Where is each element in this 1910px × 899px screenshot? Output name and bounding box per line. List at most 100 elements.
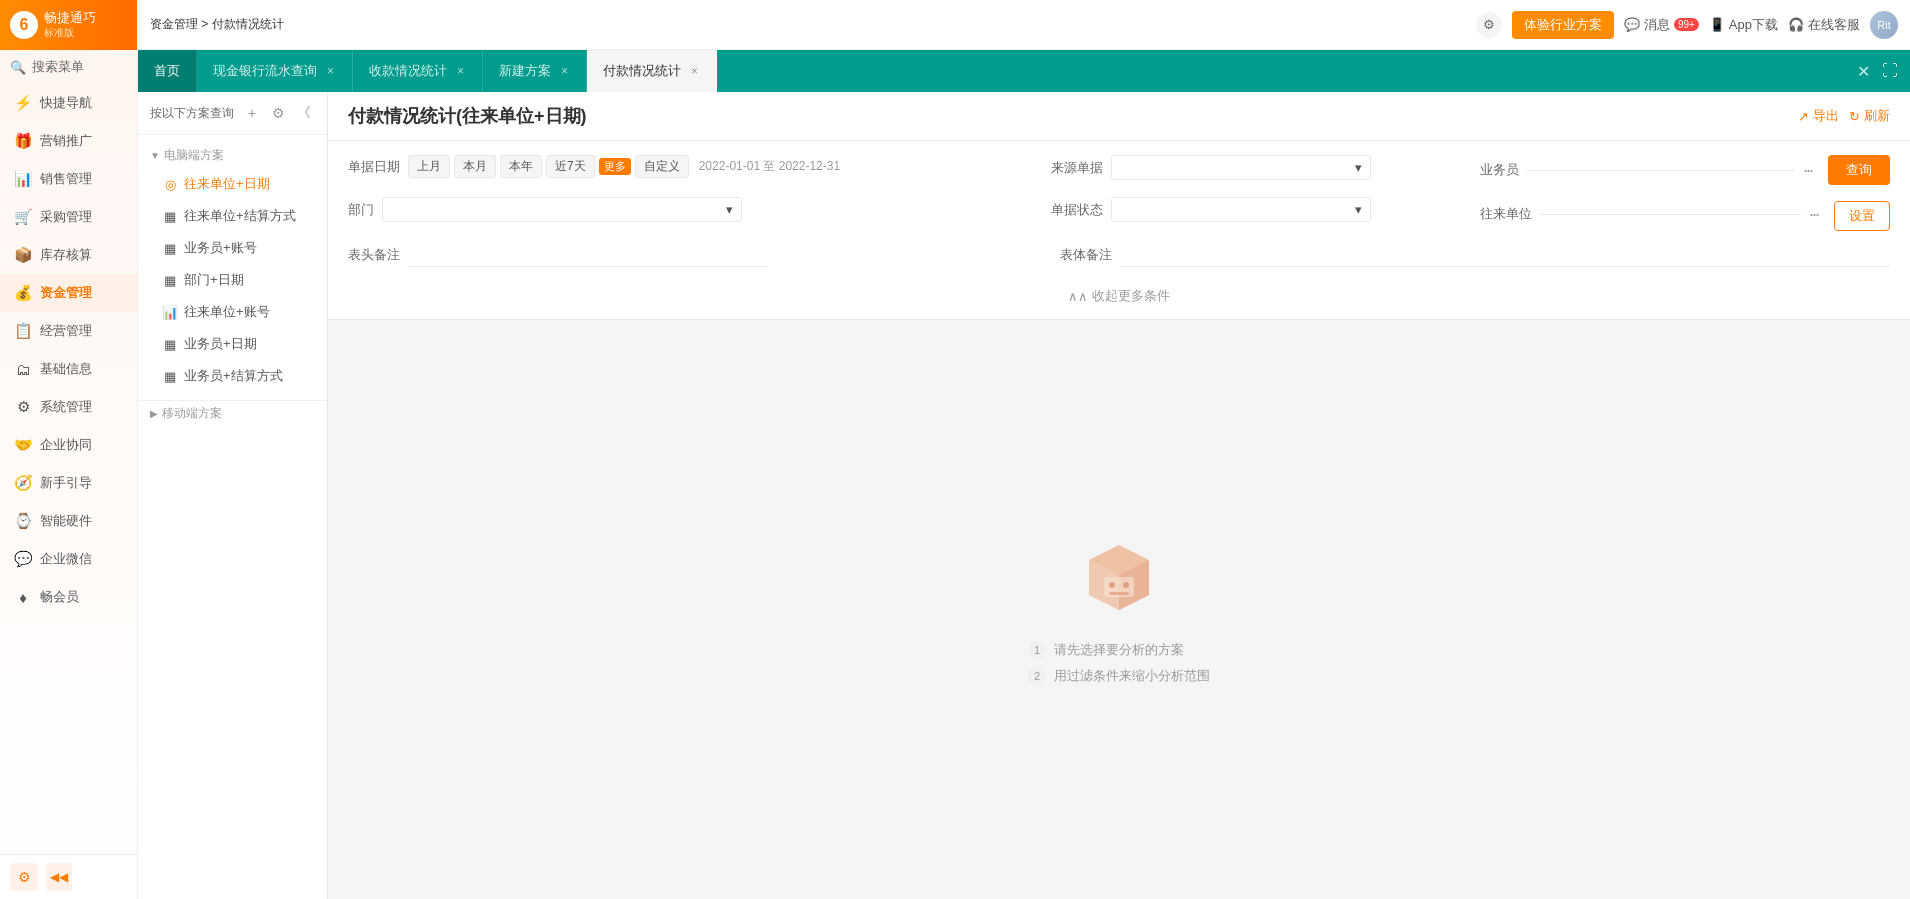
- source-doc-filter: 来源单据: [1051, 155, 1461, 180]
- enterprise-icon: 🤝: [14, 436, 32, 454]
- date-btn-this-year[interactable]: 本年: [500, 155, 542, 178]
- add-scheme-button[interactable]: +: [241, 102, 263, 124]
- export-button[interactable]: ↗ 导出: [1798, 107, 1839, 125]
- messages-button[interactable]: 💬 消息 99+: [1624, 16, 1699, 34]
- empty-hint-1: 1 请先选择要分析的方案: [1028, 641, 1210, 659]
- sidebar-item-guide[interactable]: 🧭 新手引导: [0, 464, 137, 502]
- tab-new-scheme[interactable]: 新建方案 ×: [483, 50, 587, 92]
- header-note-input[interactable]: [408, 243, 768, 267]
- tab-bank-flow[interactable]: 现金银行流水查询 ×: [197, 50, 353, 92]
- sidebar-settings-button[interactable]: ⚙: [10, 863, 38, 891]
- date-btn-7days[interactable]: 近7天: [546, 155, 595, 178]
- online-service-button[interactable]: 🎧 在线客服: [1788, 16, 1860, 34]
- content-area: 按以下方案查询 + ⚙ 《 ▼ 电脑端方案 ◎ 往来单位+日期 ▦: [138, 92, 1910, 899]
- doc-status-select[interactable]: [1111, 197, 1371, 222]
- salesperson-label: 业务员: [1480, 161, 1519, 179]
- svg-rect-7: [1109, 592, 1129, 595]
- logo-icon: 6: [10, 11, 38, 39]
- sidebar-item-quick-nav[interactable]: ⚡ 快捷导航: [0, 84, 137, 122]
- panel-collapse-button[interactable]: 《: [293, 102, 315, 124]
- sidebar-collapse-button[interactable]: ◀◀: [46, 863, 72, 891]
- tab-expand-button[interactable]: ⛶: [1880, 60, 1900, 82]
- partner-label: 往来单位: [1480, 205, 1532, 223]
- mobile-section-title[interactable]: ▶ 移动端方案: [138, 401, 327, 426]
- sidebar-item-enterprise[interactable]: 🤝 企业协同: [0, 426, 137, 464]
- hardware-icon: ⌚: [14, 512, 32, 530]
- collapse-filters-button[interactable]: ∧∧ 收起更多条件: [348, 279, 1890, 309]
- quick-nav-icon: ⚡: [14, 94, 32, 112]
- salesperson-more-button[interactable]: ···: [1803, 160, 1812, 181]
- tab-collection-stats[interactable]: 收款情况统计 ×: [353, 50, 483, 92]
- sidebar-item-operation[interactable]: 📋 经营管理: [0, 312, 137, 350]
- desktop-section-arrow: ▼: [150, 150, 160, 161]
- inventory-icon: 📦: [14, 246, 32, 264]
- avatar[interactable]: Rit: [1870, 11, 1898, 39]
- sidebar-item-basic[interactable]: 🗂 基础信息: [0, 350, 137, 388]
- svg-point-6: [1123, 582, 1129, 588]
- source-doc-select[interactable]: [1111, 155, 1371, 180]
- sidebar-item-finance[interactable]: 💰 资金管理: [0, 274, 137, 312]
- scheme-item-salesperson-settlement[interactable]: ▦ 业务员+结算方式: [138, 360, 327, 392]
- sidebar-bottom: ⚙ ◀◀: [0, 854, 137, 899]
- dept-chevron: [726, 202, 733, 217]
- search-icon: 🔍: [10, 60, 26, 75]
- tab-new-scheme-close[interactable]: ×: [559, 63, 570, 79]
- scheme-item-partner-settlement[interactable]: ▦ 往来单位+结算方式: [138, 200, 327, 232]
- scheme-settings-button[interactable]: ⚙: [267, 102, 289, 124]
- sidebar-item-sales[interactable]: 📊 销售管理: [0, 160, 137, 198]
- left-panel-title: 按以下方案查询: [150, 105, 234, 122]
- dept-filter: 部门: [348, 197, 1031, 222]
- tab-home[interactable]: 首页: [138, 50, 197, 92]
- sales-icon: 📊: [14, 170, 32, 188]
- basic-icon: 🗂: [14, 360, 32, 378]
- sidebar-item-member[interactable]: ♦ 畅会员: [0, 578, 137, 616]
- settings-gear-button[interactable]: ⚙: [1476, 12, 1502, 38]
- tab-payment-stats-close[interactable]: ×: [689, 63, 700, 79]
- sidebar-item-system[interactable]: ⚙ 系统管理: [0, 388, 137, 426]
- scheme-item-partner-account[interactable]: 📊 往来单位+账号: [138, 296, 327, 328]
- purchase-icon: 🛒: [14, 208, 32, 226]
- refresh-button[interactable]: ↻ 刷新: [1849, 107, 1890, 125]
- body-note-input[interactable]: [1120, 243, 1890, 267]
- date-btn-this-month[interactable]: 本月: [454, 155, 496, 178]
- export-icon: ↗: [1798, 109, 1809, 124]
- sidebar-item-wechat[interactable]: 💬 企业微信: [0, 540, 137, 578]
- empty-illustration: [1069, 535, 1169, 625]
- date-btn-last-month[interactable]: 上月: [408, 155, 450, 178]
- date-filter: 单据日期 上月 本月 本年 近7天 更多 自定义 2022-01-01 至 20…: [348, 155, 1031, 178]
- service-icon: 🎧: [1788, 17, 1804, 32]
- date-btn-more[interactable]: 更多: [599, 158, 631, 175]
- dept-label: 部门: [348, 201, 374, 219]
- dept-select[interactable]: [382, 197, 742, 222]
- operation-icon: 📋: [14, 322, 32, 340]
- sidebar-search[interactable]: 🔍 搜索菜单: [0, 50, 137, 84]
- refresh-icon: ↻: [1849, 109, 1860, 124]
- sidebar-item-purchase[interactable]: 🛒 采购管理: [0, 198, 137, 236]
- main-area: 资金管理 > 付款情况统计 ⚙ 体验行业方案 💬 消息 99+ 📱 App下载 …: [138, 0, 1910, 899]
- scheme-item-salesperson-date[interactable]: ▦ 业务员+日期: [138, 328, 327, 360]
- desktop-section-title[interactable]: ▼ 电脑端方案: [138, 143, 327, 168]
- settings-button[interactable]: 设置: [1834, 201, 1890, 231]
- trial-button[interactable]: 体验行业方案: [1512, 11, 1614, 39]
- scheme-item-partner-date[interactable]: ◎ 往来单位+日期: [138, 168, 327, 200]
- date-filter-buttons: 上月 本月 本年 近7天 更多 自定义 2022-01-01 至 2022-12…: [408, 155, 840, 178]
- tab-payment-stats[interactable]: 付款情况统计 ×: [587, 50, 717, 92]
- scheme-icon-partner-date: ◎: [162, 176, 178, 192]
- query-button[interactable]: 查询: [1828, 155, 1890, 185]
- scheme-item-dept-date[interactable]: ▦ 部门+日期: [138, 264, 327, 296]
- tab-bar-end: ✕ ⛶: [1845, 50, 1910, 92]
- tab-collection-stats-close[interactable]: ×: [455, 63, 466, 79]
- partner-more-button[interactable]: ···: [1809, 204, 1818, 225]
- tab-close-all-button[interactable]: ✕: [1855, 60, 1872, 83]
- app-download-button[interactable]: 📱 App下载: [1709, 16, 1778, 34]
- sidebar-item-hardware[interactable]: ⌚ 智能硬件: [0, 502, 137, 540]
- tab-bank-flow-close[interactable]: ×: [325, 63, 336, 79]
- system-icon: ⚙: [14, 398, 32, 416]
- scheme-icon-partner-settlement: ▦: [162, 208, 178, 224]
- sidebar: 6 畅捷通巧 标准版 🔍 搜索菜单 ⚡ 快捷导航 🎁 营销推广 📊 销售管理 🛒…: [0, 0, 138, 899]
- sidebar-item-marketing[interactable]: 🎁 营销推广: [0, 122, 137, 160]
- scheme-item-salesperson-account[interactable]: ▦ 业务员+账号: [138, 232, 327, 264]
- date-btn-custom[interactable]: 自定义: [635, 155, 689, 178]
- scheme-icon-salesperson-account: ▦: [162, 240, 178, 256]
- sidebar-item-inventory[interactable]: 📦 库存核算: [0, 236, 137, 274]
